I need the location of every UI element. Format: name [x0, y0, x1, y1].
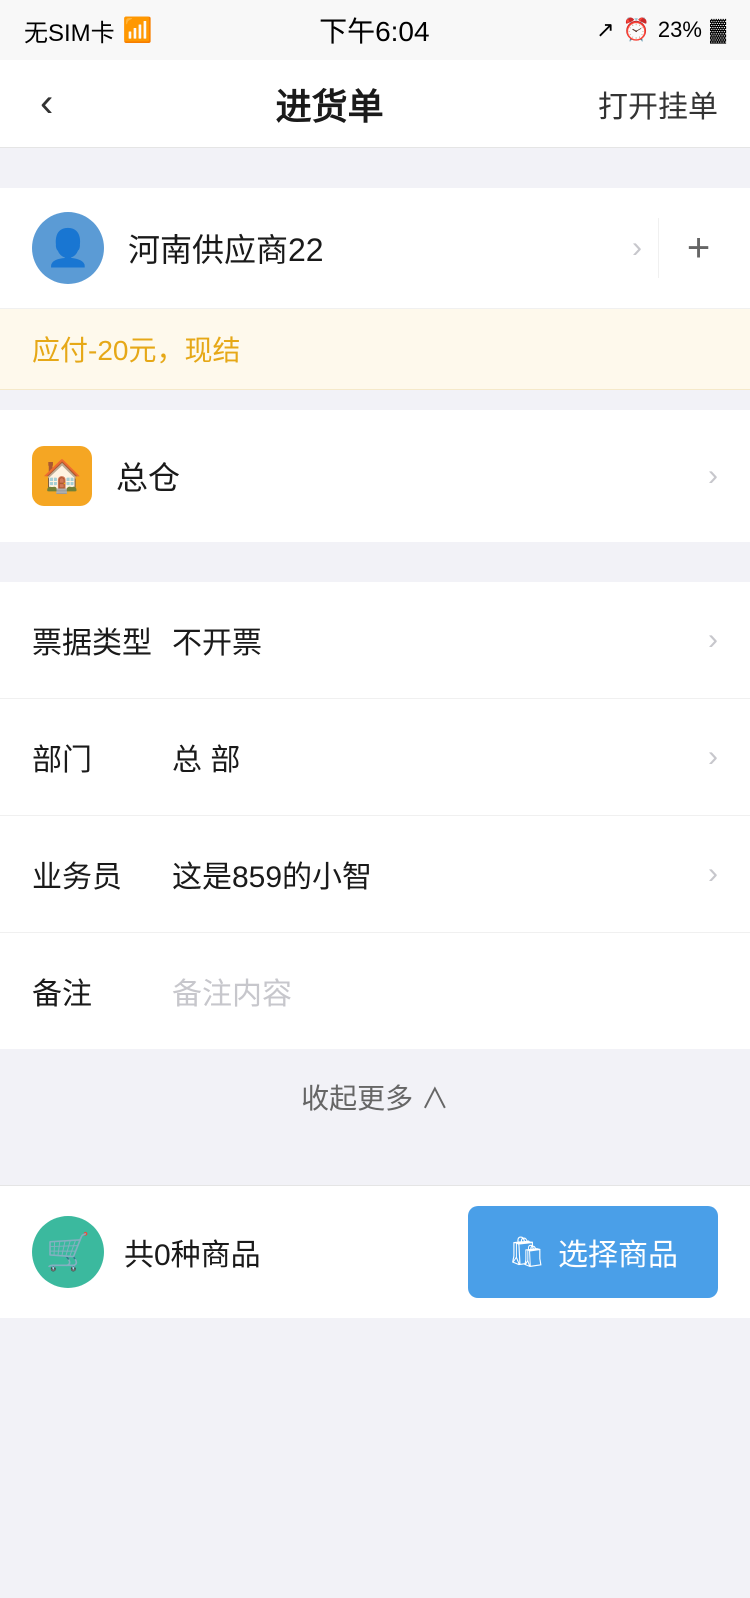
- bottom-bar: 🛒 共0种商品 🛍 选择商品: [0, 1185, 750, 1318]
- warehouse-section: 🏠 总仓 ›: [0, 410, 750, 542]
- cart-symbol: 🛒: [46, 1231, 91, 1273]
- page-background: [0, 1318, 750, 1598]
- section-gap-4: [0, 1145, 750, 1165]
- department-label: 部门: [32, 735, 172, 779]
- collapse-label: 收起更多 ∧: [301, 1077, 449, 1117]
- invoice-type-chevron-icon: ›: [708, 623, 718, 657]
- status-right: ↗ ⏰ 23% ▓: [596, 17, 726, 43]
- battery-icon: ▓: [710, 17, 726, 43]
- form-section: 票据类型 不开票 › 部门 总 部 › 业务员 这是859的小智 › 备注 备注…: [0, 582, 750, 1049]
- salesperson-row[interactable]: 业务员 这是859的小智 ›: [0, 816, 750, 933]
- page-title: 进货单: [276, 78, 384, 130]
- status-time: 下午6:04: [319, 10, 430, 50]
- notice-text: 应付-20元，现结: [32, 335, 240, 366]
- nav-bar: ‹ 进货单 打开挂单: [0, 60, 750, 148]
- battery-text: 23%: [658, 17, 702, 43]
- salesperson-label: 业务员: [32, 852, 172, 896]
- back-button[interactable]: ‹: [32, 73, 61, 134]
- open-pending-button[interactable]: 打开挂单: [598, 82, 718, 126]
- supplier-add-button[interactable]: +: [658, 218, 718, 278]
- supplier-chevron-icon: ›: [632, 231, 642, 265]
- section-gap-1: [0, 148, 750, 168]
- invoice-type-label: 票据类型: [32, 618, 172, 662]
- salesperson-value: 这是859的小智: [172, 852, 708, 896]
- select-goods-icon: 🛍: [508, 1235, 546, 1270]
- goods-count-text: 共0种商品: [124, 1230, 448, 1274]
- status-left: 无SIM卡 📶: [24, 13, 153, 48]
- warehouse-label: 总仓: [116, 453, 708, 499]
- supplier-section: 👤 河南供应商22 › + 应付-20元，现结: [0, 188, 750, 390]
- supplier-avatar-icon: 👤: [46, 227, 91, 269]
- salesperson-chevron-icon: ›: [708, 857, 718, 891]
- warehouse-chevron-icon: ›: [708, 459, 718, 493]
- department-chevron-icon: ›: [708, 740, 718, 774]
- section-gap-2: [0, 390, 750, 410]
- select-goods-button[interactable]: 🛍 选择商品: [468, 1206, 718, 1298]
- warehouse-icon: 🏠: [32, 446, 92, 506]
- supplier-name: 河南供应商22: [128, 225, 632, 271]
- supplier-row[interactable]: 👤 河南供应商22 › +: [0, 188, 750, 309]
- section-gap-3: [0, 542, 750, 562]
- department-row[interactable]: 部门 总 部 ›: [0, 699, 750, 816]
- carrier-text: 无SIM卡: [24, 13, 115, 48]
- select-goods-label: 选择商品: [558, 1230, 678, 1274]
- cart-icon: 🛒: [32, 1216, 104, 1288]
- wifi-icon: 📶: [123, 16, 153, 45]
- alarm-icon: ⏰: [623, 17, 650, 43]
- supplier-avatar: 👤: [32, 212, 104, 284]
- notice-bar: 应付-20元，现结: [0, 309, 750, 390]
- remark-value: 备注内容: [172, 969, 718, 1013]
- remark-label: 备注: [32, 969, 172, 1013]
- department-value: 总 部: [172, 735, 708, 779]
- invoice-type-value: 不开票: [172, 618, 708, 662]
- remark-row[interactable]: 备注 备注内容: [0, 933, 750, 1049]
- location-icon: ↗: [596, 17, 614, 43]
- collapse-button[interactable]: 收起更多 ∧: [0, 1049, 750, 1145]
- invoice-type-row[interactable]: 票据类型 不开票 ›: [0, 582, 750, 699]
- status-bar: 无SIM卡 📶 下午6:04 ↗ ⏰ 23% ▓: [0, 0, 750, 60]
- warehouse-row[interactable]: 🏠 总仓 ›: [0, 410, 750, 542]
